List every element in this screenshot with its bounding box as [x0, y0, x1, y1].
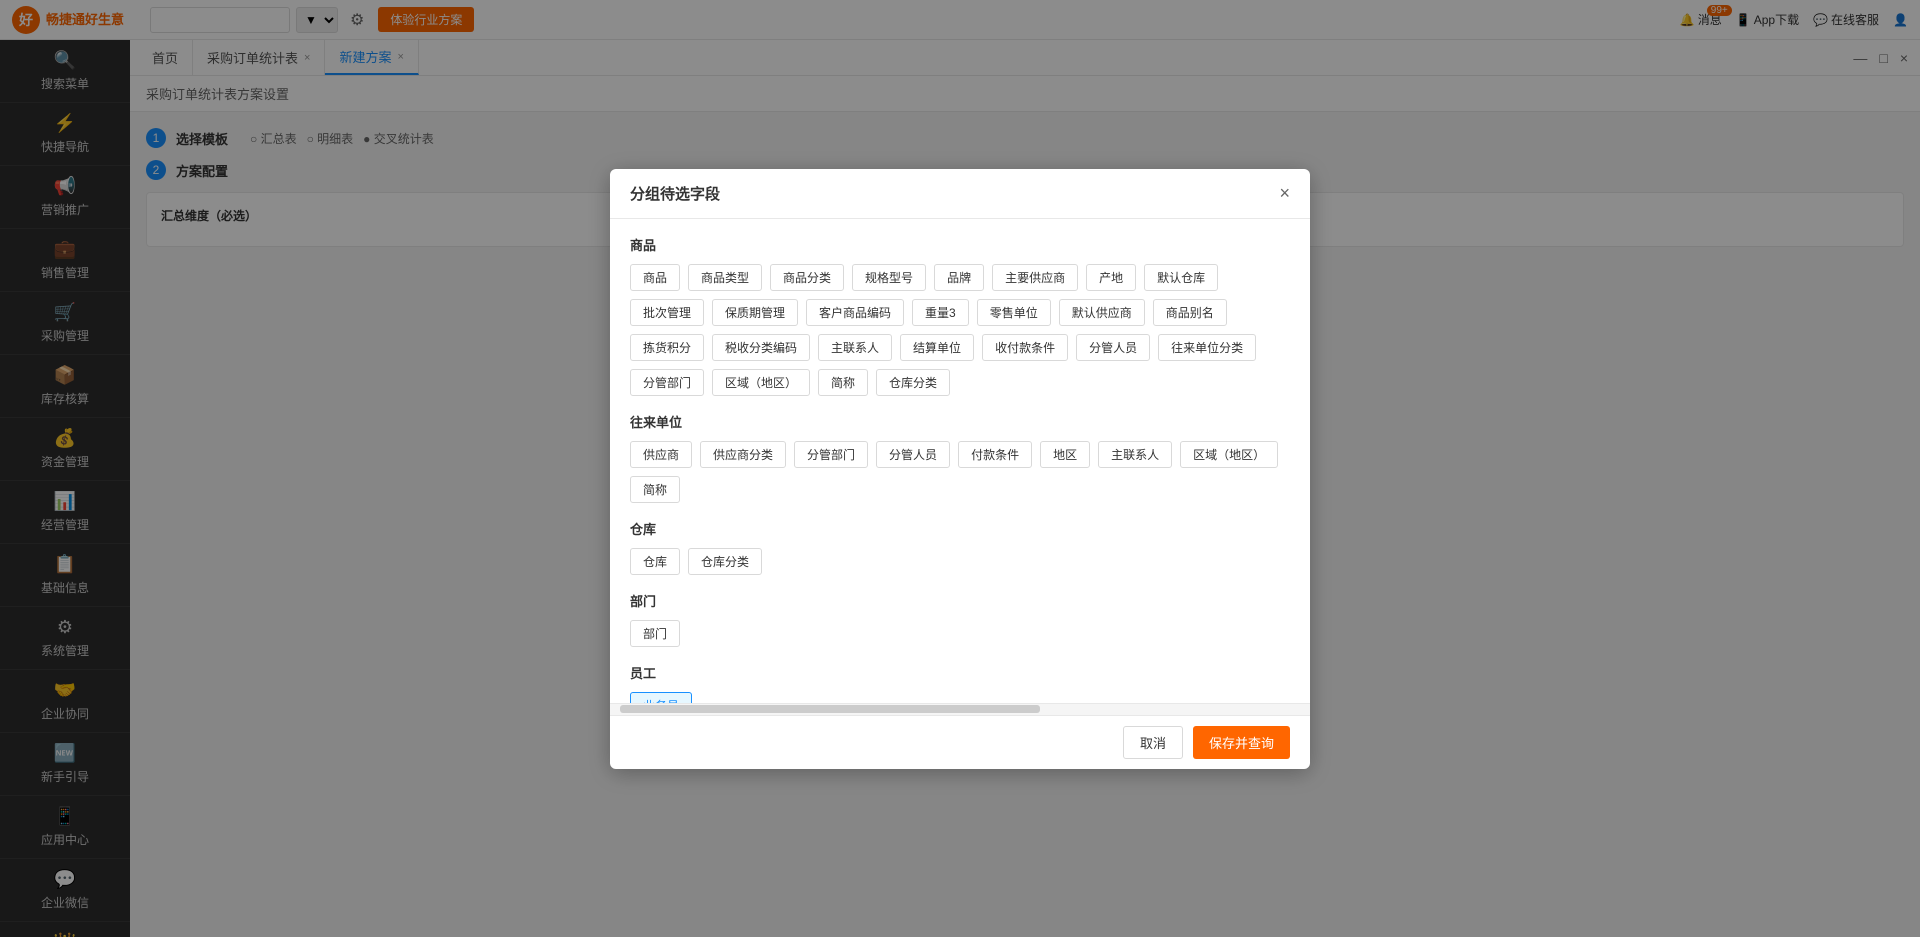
cancel-button[interactable]: 取消 — [1123, 726, 1183, 759]
section-counterpart: 往来单位 供应商 供应商分类 分管部门 分管人员 付款条件 地区 主联系人 区域… — [630, 412, 1290, 503]
field-default-supplier[interactable]: 默认供应商 — [1059, 299, 1145, 326]
field-warehouse-cat[interactable]: 仓库分类 — [688, 548, 762, 575]
field-default-warehouse[interactable]: 默认仓库 — [1144, 264, 1218, 291]
field-area[interactable]: 地区 — [1040, 441, 1090, 468]
field-main-supplier[interactable]: 主要供应商 — [992, 264, 1078, 291]
field-abbr2[interactable]: 简称 — [630, 476, 680, 503]
field-main-contact2[interactable]: 主联系人 — [1098, 441, 1172, 468]
modal-footer: 取消 保存并查询 — [610, 715, 1310, 769]
section-warehouse-title: 仓库 — [630, 519, 1290, 538]
modal-close-btn[interactable]: × — [1279, 183, 1290, 204]
field-region2[interactable]: 区域（地区） — [1180, 441, 1278, 468]
modal-horizontal-scrollbar[interactable] — [610, 703, 1310, 715]
field-abbr[interactable]: 简称 — [818, 369, 868, 396]
field-payment-terms[interactable]: 收付款条件 — [982, 334, 1068, 361]
field-origin[interactable]: 产地 — [1086, 264, 1136, 291]
field-spec-model[interactable]: 规格型号 — [852, 264, 926, 291]
modal-overlay: 分组待选字段 × 商品 商品 商品类型 商品分类 规格型号 品牌 主要供应商 产… — [0, 0, 1920, 937]
field-dept[interactable]: 分管部门 — [630, 369, 704, 396]
section-product-fields: 商品 商品类型 商品分类 规格型号 品牌 主要供应商 产地 默认仓库 批次管理 … — [630, 264, 1290, 396]
field-product-category[interactable]: 商品分类 — [770, 264, 844, 291]
section-department-title: 部门 — [630, 591, 1290, 610]
section-employee-fields: 业务员 — [630, 692, 1290, 703]
section-employee-title: 员工 — [630, 663, 1290, 682]
section-counterpart-fields: 供应商 供应商分类 分管部门 分管人员 付款条件 地区 主联系人 区域（地区） … — [630, 441, 1290, 503]
section-employee: 员工 业务员 — [630, 663, 1290, 703]
section-department-fields: 部门 — [630, 620, 1290, 647]
modal-title: 分组待选字段 — [630, 183, 720, 204]
section-department: 部门 部门 — [630, 591, 1290, 647]
section-product: 商品 商品 商品类型 商品分类 规格型号 品牌 主要供应商 产地 默认仓库 批次… — [630, 235, 1290, 396]
field-tax-code[interactable]: 税收分类编码 — [712, 334, 810, 361]
field-payment-condition[interactable]: 付款条件 — [958, 441, 1032, 468]
field-counterpart-category[interactable]: 往来单位分类 — [1158, 334, 1256, 361]
field-retail-unit[interactable]: 零售单位 — [977, 299, 1051, 326]
modal-body[interactable]: 商品 商品 商品类型 商品分类 规格型号 品牌 主要供应商 产地 默认仓库 批次… — [610, 219, 1310, 703]
modal-header: 分组待选字段 × — [610, 169, 1310, 219]
field-department[interactable]: 部门 — [630, 620, 680, 647]
field-salesperson[interactable]: 业务员 — [630, 692, 692, 703]
section-warehouse-fields: 仓库 仓库分类 — [630, 548, 1290, 575]
field-manager[interactable]: 分管人员 — [1076, 334, 1150, 361]
field-mgmt-person[interactable]: 分管人员 — [876, 441, 950, 468]
field-product-alias[interactable]: 商品别名 — [1153, 299, 1227, 326]
field-warehouse-category[interactable]: 仓库分类 — [876, 369, 950, 396]
field-settlement-unit[interactable]: 结算单位 — [900, 334, 974, 361]
field-batch-mgmt[interactable]: 批次管理 — [630, 299, 704, 326]
field-supplier-category[interactable]: 供应商分类 — [700, 441, 786, 468]
field-supplier[interactable]: 供应商 — [630, 441, 692, 468]
section-warehouse: 仓库 仓库 仓库分类 — [630, 519, 1290, 575]
field-mgmt-dept[interactable]: 分管部门 — [794, 441, 868, 468]
field-region[interactable]: 区域（地区） — [712, 369, 810, 396]
modal: 分组待选字段 × 商品 商品 商品类型 商品分类 规格型号 品牌 主要供应商 产… — [610, 169, 1310, 769]
field-weight3[interactable]: 重量3 — [912, 299, 969, 326]
field-brand[interactable]: 品牌 — [934, 264, 984, 291]
field-main-contact[interactable]: 主联系人 — [818, 334, 892, 361]
section-counterpart-title: 往来单位 — [630, 412, 1290, 431]
field-customer-product-code[interactable]: 客户商品编码 — [806, 299, 904, 326]
field-pick-points[interactable]: 拣货积分 — [630, 334, 704, 361]
field-product[interactable]: 商品 — [630, 264, 680, 291]
modal-hscroll-thumb — [620, 705, 1040, 713]
field-expiry-mgmt[interactable]: 保质期管理 — [712, 299, 798, 326]
field-product-type[interactable]: 商品类型 — [688, 264, 762, 291]
field-warehouse[interactable]: 仓库 — [630, 548, 680, 575]
save-button[interactable]: 保存并查询 — [1193, 726, 1290, 759]
section-product-title: 商品 — [630, 235, 1290, 254]
